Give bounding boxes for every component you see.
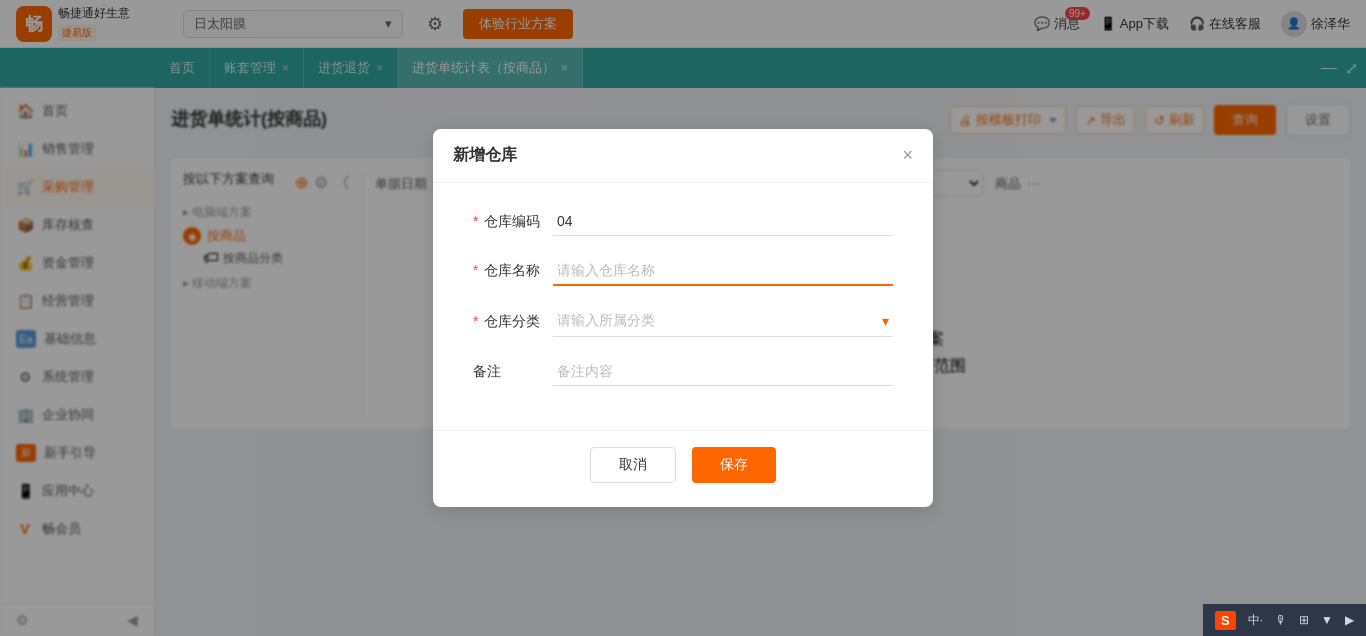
category-dropdown-icon: ▾ [882, 313, 889, 329]
warehouse-code-label: * 仓库编码 [473, 213, 553, 231]
save-button[interactable]: 保存 [692, 447, 776, 483]
warehouse-name-field: * 仓库名称 [473, 256, 893, 286]
modal-close-icon[interactable]: × [902, 145, 913, 166]
modal-footer: 取消 保存 [433, 430, 933, 507]
category-placeholder: 请输入所属分类 [557, 312, 655, 330]
warehouse-remark-field: 备注 [473, 357, 893, 386]
new-warehouse-modal: 新增仓库 × * 仓库编码 * 仓库名称 [433, 129, 933, 507]
warehouse-remark-input[interactable] [553, 357, 893, 386]
bottom-lang[interactable]: 中· [1248, 612, 1263, 629]
bottom-mic-icon[interactable]: 🎙 [1275, 613, 1287, 627]
warehouse-category-label: * 仓库分类 [473, 313, 553, 331]
modal-body: * 仓库编码 * 仓库名称 * 仓库分类 [433, 183, 933, 430]
modal-header: 新增仓库 × [433, 129, 933, 183]
required-mark-category: * [473, 313, 478, 329]
warehouse-name-label: * 仓库名称 [473, 262, 553, 280]
cancel-button[interactable]: 取消 [590, 447, 676, 483]
warehouse-code-input[interactable] [553, 207, 893, 236]
warehouse-code-field: * 仓库编码 [473, 207, 893, 236]
bottom-play-icon[interactable]: ▶ [1345, 613, 1354, 627]
warehouse-category-field: * 仓库分类 请输入所属分类 ▾ [473, 306, 893, 337]
bottom-bar: S 中· 🎙 ⊞ ▼ ▶ [1203, 604, 1366, 636]
bottom-grid-icon[interactable]: ⊞ [1299, 613, 1309, 627]
bottom-down-icon[interactable]: ▼ [1321, 613, 1333, 627]
modal-overlay: 新增仓库 × * 仓库编码 * 仓库名称 [0, 0, 1366, 636]
required-mark-code: * [473, 213, 478, 229]
required-mark-name: * [473, 262, 478, 278]
modal-title: 新增仓库 [453, 145, 517, 166]
warehouse-name-input[interactable] [553, 256, 893, 286]
s-logo: S [1215, 611, 1236, 630]
warehouse-category-select[interactable]: 请输入所属分类 ▾ [553, 306, 893, 337]
warehouse-remark-label: 备注 [473, 363, 553, 381]
